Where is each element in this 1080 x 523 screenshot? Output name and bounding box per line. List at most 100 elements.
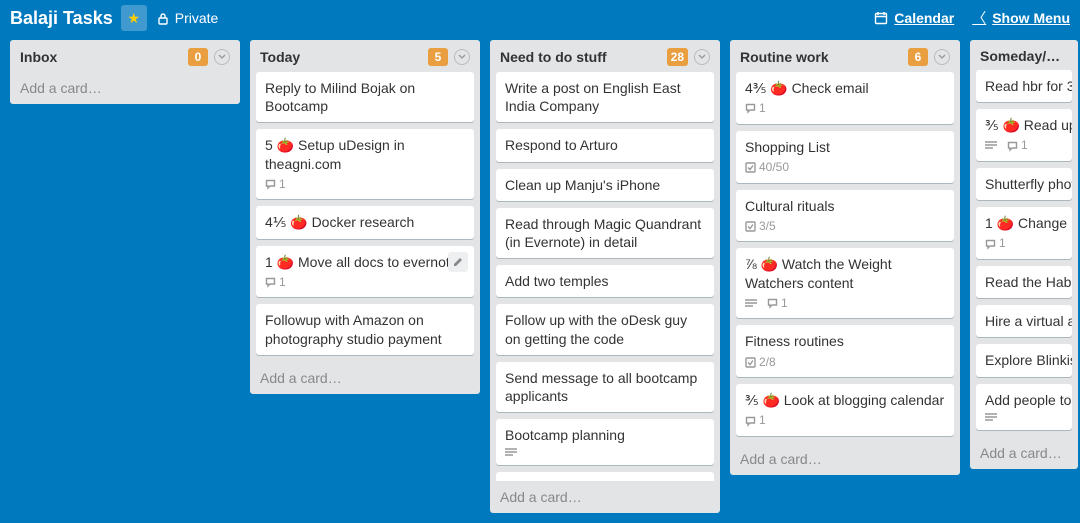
list: Today5 Reply to Milind Bojak on Bootcamp 5… <box>250 40 480 394</box>
list-title: Routine work <box>740 49 902 65</box>
card-title: 4⅗ 🍅 Check email <box>745 79 945 97</box>
card-title: Reply to Milind Bojak on Bootcamp <box>265 79 465 115</box>
card[interactable]: 1 🍅 Move all docs to evernote1 <box>256 246 474 298</box>
show-menu-label: Show Menu <box>992 10 1070 26</box>
card[interactable]: Cultural rituals3/5 <box>736 190 954 242</box>
star-button[interactable]: ★ <box>121 5 147 31</box>
card-badges <box>505 448 705 458</box>
card-title: Read hbr for 30 m <box>985 77 1063 95</box>
card[interactable]: Add two temples <box>496 265 714 297</box>
card[interactable]: ⅗ 🍅 Look at blogging calendar 1 <box>736 384 954 436</box>
card[interactable]: Followup with Amazon on photography stud… <box>256 304 474 354</box>
card-title: Fitness routines <box>745 332 945 350</box>
card-title: Add people to M website <box>985 391 1063 409</box>
list-title: Need to do stuff <box>500 49 661 65</box>
card[interactable]: Read the Habits <box>976 266 1072 298</box>
card-title: ⅗ 🍅 Read up o <box>985 116 1063 134</box>
list-menu-icon[interactable] <box>214 49 230 65</box>
list-title: Inbox <box>20 49 182 65</box>
add-card-button[interactable]: Add a card… <box>490 481 720 513</box>
list-count-badge: 5 <box>428 48 448 66</box>
card[interactable]: 4⅗ 🍅 Check email 1 <box>736 72 954 124</box>
list-menu-icon[interactable] <box>694 49 710 65</box>
list-header[interactable]: Today5 <box>250 40 480 72</box>
card[interactable]: Shutterfly photo https://www.shut books <box>976 168 1072 200</box>
comments-badge: 1 <box>265 275 286 291</box>
star-icon: ★ <box>127 10 140 27</box>
card-title: Send message to all bootcamp applicants <box>505 369 705 405</box>
list-cards: 4⅗ 🍅 Check email 1 Shopping List 40/50 Cultu… <box>730 72 960 443</box>
card-badges: 1 <box>745 413 945 429</box>
edit-card-icon[interactable] <box>448 252 468 272</box>
card[interactable]: Fitness routines 2/8 <box>736 325 954 377</box>
card-title: Explore Blinkist - summarie <box>985 351 1063 369</box>
card-title: ⅞ 🍅 Watch the Weight Watchers content <box>745 255 945 291</box>
card[interactable]: 4⅕ 🍅 Docker research <box>256 206 474 238</box>
card[interactable]: Add people to M website <box>976 384 1072 430</box>
card[interactable]: Hire a virtual ass <box>976 305 1072 337</box>
list-header[interactable]: Routine work 6 <box>730 40 960 72</box>
card[interactable]: Read hbr for 30 m <box>976 70 1072 102</box>
add-card-button[interactable]: Add a card… <box>250 362 480 394</box>
list: Routine work 6 4⅗ 🍅 Check email 1 Shopping L… <box>730 40 960 475</box>
card-title: Follow up with the oDesk guy on getting … <box>505 311 705 347</box>
comments-badge: 1 <box>985 236 1006 252</box>
description-icon <box>985 141 997 151</box>
list-header[interactable]: Inbox0 <box>10 40 240 72</box>
card[interactable]: 1 🍅 Change Na subscription to M 1 <box>976 207 1072 259</box>
card[interactable]: Write a post on English East India Compa… <box>496 72 714 122</box>
comments-badge: 1 <box>265 177 286 193</box>
checklist-badge: 2/8 <box>745 355 776 371</box>
add-card-button[interactable]: Add a card… <box>970 437 1078 469</box>
board-title[interactable]: Balaji Tasks <box>10 8 113 29</box>
card-badges: 1 <box>265 177 465 193</box>
list-header[interactable]: Need to do stuff 28 <box>490 40 720 72</box>
comments-badge: 1 <box>745 101 766 117</box>
card-badges: 1 <box>985 138 1063 154</box>
card[interactable]: ⅗ 🍅 Read up o 1 <box>976 109 1072 161</box>
list-menu-icon[interactable] <box>934 49 950 65</box>
comments-badge: 1 <box>745 413 766 429</box>
card-title: ⅗ 🍅 Look at blogging calendar <box>745 391 945 409</box>
card[interactable]: Bootcamp planning <box>496 419 714 465</box>
card[interactable]: Shopping List 40/50 <box>736 131 954 183</box>
board-canvas[interactable]: Inbox0Add a card…Today5Reply to Milind B… <box>0 36 1080 523</box>
card-title: Add two temples <box>505 272 705 290</box>
list: Inbox0Add a card… <box>10 40 240 104</box>
list-cards: Write a post on English East India Compa… <box>490 72 720 481</box>
card[interactable]: Send message to all bootcamp applicants <box>496 362 714 412</box>
card[interactable]: 5 🍅 Setup uDesign in theagni.com1 <box>256 129 474 199</box>
privacy-label: Private <box>175 10 219 26</box>
board-header: Balaji Tasks ★ Private Calendar 〈 Show M… <box>0 0 1080 36</box>
list-menu-icon[interactable] <box>454 49 470 65</box>
card[interactable]: Write a post on TPP (Trans Pacific Partn… <box>496 472 714 481</box>
card-title: Bootcamp planning <box>505 426 705 444</box>
card[interactable]: Reply to Milind Bojak on Bootcamp <box>256 72 474 122</box>
privacy-button[interactable]: Private <box>157 10 219 26</box>
card[interactable]: Follow up with the oDesk guy on getting … <box>496 304 714 354</box>
card-title: Followup with Amazon on photography stud… <box>265 311 465 347</box>
add-card-button[interactable]: Add a card… <box>730 443 960 475</box>
card-title: Read the Habits <box>985 273 1063 291</box>
card-title: Respond to Arturo <box>505 136 705 154</box>
calendar-link[interactable]: Calendar <box>874 10 954 26</box>
card-title: 1 🍅 Change Na subscription to M <box>985 214 1063 232</box>
list-count-badge: 28 <box>667 48 688 66</box>
comments-badge: 1 <box>767 296 788 312</box>
card-title: Cultural rituals <box>745 197 945 215</box>
checklist-badge: 40/50 <box>745 160 789 176</box>
card[interactable]: Respond to Arturo <box>496 129 714 161</box>
add-card-button[interactable]: Add a card… <box>10 72 240 104</box>
show-menu-link[interactable]: 〈 Show Menu <box>972 8 1070 28</box>
card[interactable]: ⅞ 🍅 Watch the Weight Watchers content 1 <box>736 248 954 318</box>
list-cards: Read hbr for 30 m ⅗ 🍅 Read up o 1 Shutterfl… <box>970 70 1078 437</box>
list-header[interactable]: Someday/Mayb <box>970 40 1078 70</box>
card[interactable]: Read through Magic Quandrant (in Evernot… <box>496 208 714 258</box>
card-title: Shopping List <box>745 138 945 156</box>
card[interactable]: Clean up Manju's iPhone <box>496 169 714 201</box>
card[interactable]: Explore Blinkist - summarie <box>976 344 1072 376</box>
list: Need to do stuff 28 Write a post on Englis… <box>490 40 720 513</box>
list-count-badge: 6 <box>908 48 928 66</box>
lock-icon <box>157 12 169 25</box>
card-badges <box>985 413 1063 423</box>
